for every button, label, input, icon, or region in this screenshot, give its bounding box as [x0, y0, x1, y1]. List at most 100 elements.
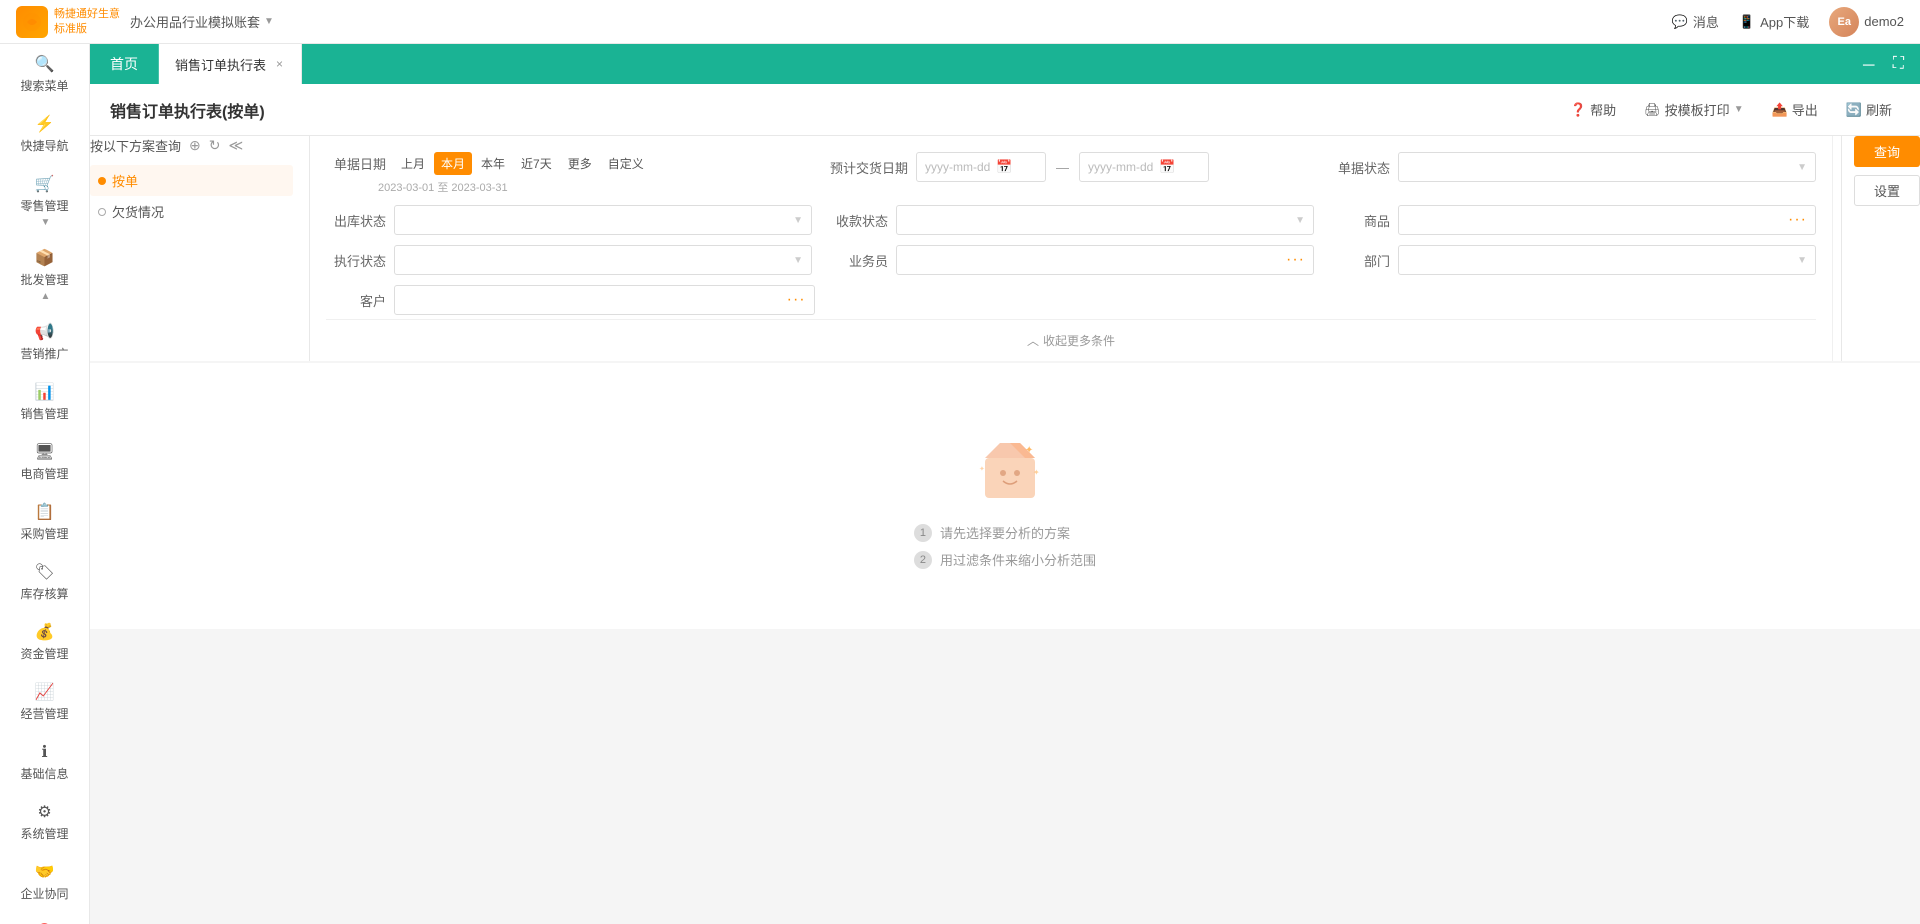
- export-btn[interactable]: 📤 导出: [1764, 96, 1826, 123]
- finance-icon: 💰: [35, 622, 55, 642]
- sidebar-item-label: 系统管理: [20, 825, 68, 842]
- template-print-label: 按模板打印: [1665, 100, 1730, 119]
- settings-btn[interactable]: 设置: [1854, 175, 1920, 206]
- sidebar-item-cooperation[interactable]: 🤝 企业协同: [0, 852, 89, 912]
- page-header: 销售订单执行表(按单) ❓ 帮助 🖨 按模板打印 ▼ 📤 导出: [90, 84, 1920, 136]
- collapse-scheme-icon[interactable]: ≪: [228, 137, 243, 154]
- user-area[interactable]: Ea demo2: [1829, 7, 1904, 37]
- help-btn[interactable]: ❓ 帮助: [1562, 96, 1624, 123]
- date-tab-last7[interactable]: 近7天: [514, 152, 559, 175]
- date-tab-custom[interactable]: 自定义: [601, 152, 651, 175]
- date-tab-this-month[interactable]: 本月: [434, 152, 472, 175]
- delivery-caret-icon: ▼: [793, 215, 803, 226]
- exec-status-select[interactable]: ▼: [394, 245, 812, 275]
- sidebar-item-basic[interactable]: ℹ 基础信息: [0, 732, 89, 792]
- sidebar-item-operation[interactable]: 📈 经营管理: [0, 672, 89, 732]
- page-actions: ❓ 帮助 🖨 按模板打印 ▼ 📤 导出 🔄 刷新: [1562, 96, 1900, 123]
- message-btn[interactable]: 💬 消息: [1672, 12, 1719, 31]
- goods-input[interactable]: ···: [1398, 205, 1816, 235]
- sidebar-item-label: 库存核算: [20, 585, 68, 602]
- status-select[interactable]: ▼: [1398, 152, 1816, 182]
- sidebar-item-inventory[interactable]: 🏷 库存核算: [0, 552, 89, 612]
- delivery-status-select[interactable]: ▼: [394, 205, 812, 235]
- export-icon: 📤: [1772, 102, 1788, 118]
- sidebar-item-system[interactable]: ⚙ 系统管理: [0, 792, 89, 852]
- app-body: 🔍 搜索菜单 ⚡ 快捷导航 🛒 零售管理 ▼ 📦 批发管理 ▲ 📢 营销推广 📊…: [0, 44, 1920, 924]
- sidebar-item-label: 搜索菜单: [20, 77, 68, 94]
- wholesale-icon: 📦: [35, 248, 55, 268]
- tab-minimize-btn[interactable]: －: [1857, 48, 1881, 80]
- tab-expand-btn[interactable]: ⛶: [1889, 51, 1908, 77]
- refresh-icon: 🔄: [1846, 102, 1862, 118]
- refresh-scheme-icon[interactable]: ↻: [209, 137, 221, 154]
- enterprise-selector[interactable]: 办公用品行业模拟账套 ▼: [130, 12, 274, 31]
- dept-caret-icon: ▼: [1797, 255, 1807, 266]
- expected-delivery-start[interactable]: yyyy-mm-dd 📅: [916, 152, 1046, 182]
- sidebar-item-label: 零售管理: [20, 197, 68, 214]
- filter-panel: 按以下方案查询 ⊕ ↻ ≪ 按单 欠货情况: [90, 136, 1920, 361]
- content-area: 首页 销售订单执行表 × － ⛶ 销售订单执行表(按单) ❓ 帮助: [90, 44, 1920, 924]
- add-scheme-icon[interactable]: ⊕: [189, 137, 201, 154]
- date-tab-last-month[interactable]: 上月: [394, 152, 432, 175]
- empty-step-2: 2 用过滤条件来缩小分析范围: [914, 550, 1096, 569]
- expand-arrow-icon: ▼: [41, 217, 51, 228]
- sales-icon: 📊: [35, 382, 55, 402]
- logo-icon: [16, 6, 48, 38]
- date-tab-this-year[interactable]: 本年: [474, 152, 512, 175]
- header-left: 畅捷通好生意 标准版 办公用品行业模拟账套 ▼: [16, 6, 274, 38]
- refresh-btn[interactable]: 🔄 刷新: [1838, 96, 1900, 123]
- payment-status-label: 收款状态: [828, 211, 888, 230]
- sidebar-item-finance[interactable]: 💰 资金管理: [0, 612, 89, 672]
- basic-icon: ℹ: [41, 742, 47, 762]
- date-tab-more[interactable]: 更多: [561, 152, 599, 175]
- refresh-label: 刷新: [1866, 100, 1892, 119]
- payment-status-select[interactable]: ▼: [896, 205, 1314, 235]
- sidebar-item-retail[interactable]: 🛒 零售管理 ▼: [0, 164, 89, 238]
- status-group: 单据状态 ▼: [1330, 152, 1816, 182]
- delivery-status-label: 出库状态: [326, 211, 386, 230]
- collapse-label: 收起更多条件: [1043, 332, 1115, 349]
- filter-left-title-text: 按以下方案查询: [90, 136, 181, 155]
- svg-text:✦: ✦: [979, 465, 985, 473]
- sidebar-item-search-menu[interactable]: 🔍 搜索菜单: [0, 44, 89, 104]
- dept-select[interactable]: ▼: [1398, 245, 1816, 275]
- sidebar-item-purchase[interactable]: 📋 采购管理: [0, 492, 89, 552]
- sidebar-item-newbie[interactable]: 🎯 新手引导: [0, 912, 89, 924]
- step-2-num: 2: [914, 551, 932, 569]
- delivery-status-group: 出库状态 ▼: [326, 205, 812, 235]
- tab-close-btn[interactable]: ×: [274, 55, 285, 73]
- app-download-btn[interactable]: 📱 App下载: [1739, 12, 1809, 31]
- filter-nav-by-order[interactable]: 按单: [90, 165, 293, 196]
- top-header: 畅捷通好生意 标准版 办公用品行业模拟账套 ▼ 💬 消息 📱 App下载 Ea …: [0, 0, 1920, 44]
- sidebar: 🔍 搜索菜单 ⚡ 快捷导航 🛒 零售管理 ▼ 📦 批发管理 ▲ 📢 营销推广 📊…: [0, 44, 90, 924]
- filter-nav-label: 欠货情况: [112, 202, 164, 221]
- sidebar-item-quick-nav[interactable]: ⚡ 快捷导航: [0, 104, 89, 164]
- quick-nav-icon: ⚡: [35, 114, 55, 134]
- goods-group: 商品 ···: [1330, 205, 1816, 235]
- system-icon: ⚙: [37, 802, 51, 822]
- app-download-label: App下载: [1760, 12, 1809, 31]
- dept-group: 部门 ▼: [1330, 245, 1816, 275]
- tab-home[interactable]: 首页: [90, 44, 159, 84]
- payment-caret-icon: ▼: [1295, 215, 1305, 226]
- sidebar-item-label: 资金管理: [20, 645, 68, 662]
- tab-active[interactable]: 销售订单执行表 ×: [159, 44, 302, 84]
- collapse-btn[interactable]: ︿ 收起更多条件: [1015, 328, 1127, 353]
- sidebar-item-marketing[interactable]: 📢 营销推广: [0, 312, 89, 372]
- logo-text: 畅捷通好生意 标准版: [54, 7, 120, 36]
- filter-nav-by-debt[interactable]: 欠货情况: [90, 196, 293, 227]
- sidebar-item-wholesale[interactable]: 📦 批发管理 ▲: [0, 238, 89, 312]
- expected-delivery-group: 预计交货日期 yyyy-mm-dd 📅 — yyyy-mm-dd 📅: [828, 152, 1314, 182]
- salesperson-input[interactable]: ···: [896, 245, 1314, 275]
- sidebar-item-sales[interactable]: 📊 销售管理: [0, 372, 89, 432]
- calendar-icon: 📅: [996, 159, 1012, 175]
- sidebar-item-ecommerce[interactable]: 🖥 电商管理: [0, 432, 89, 492]
- enterprise-name: 办公用品行业模拟账套: [130, 12, 260, 31]
- expected-delivery-end[interactable]: yyyy-mm-dd 📅: [1079, 152, 1209, 182]
- exec-status-label: 执行状态: [326, 251, 386, 270]
- search-btn[interactable]: 查询: [1854, 136, 1920, 167]
- svg-text:✦: ✦: [1025, 445, 1033, 456]
- customer-input[interactable]: ···: [394, 285, 815, 315]
- template-print-btn[interactable]: 🖨 按模板打印 ▼: [1636, 96, 1751, 123]
- date-quick-tabs: 上月 本月 本年 近7天 更多 自定义: [394, 152, 651, 175]
